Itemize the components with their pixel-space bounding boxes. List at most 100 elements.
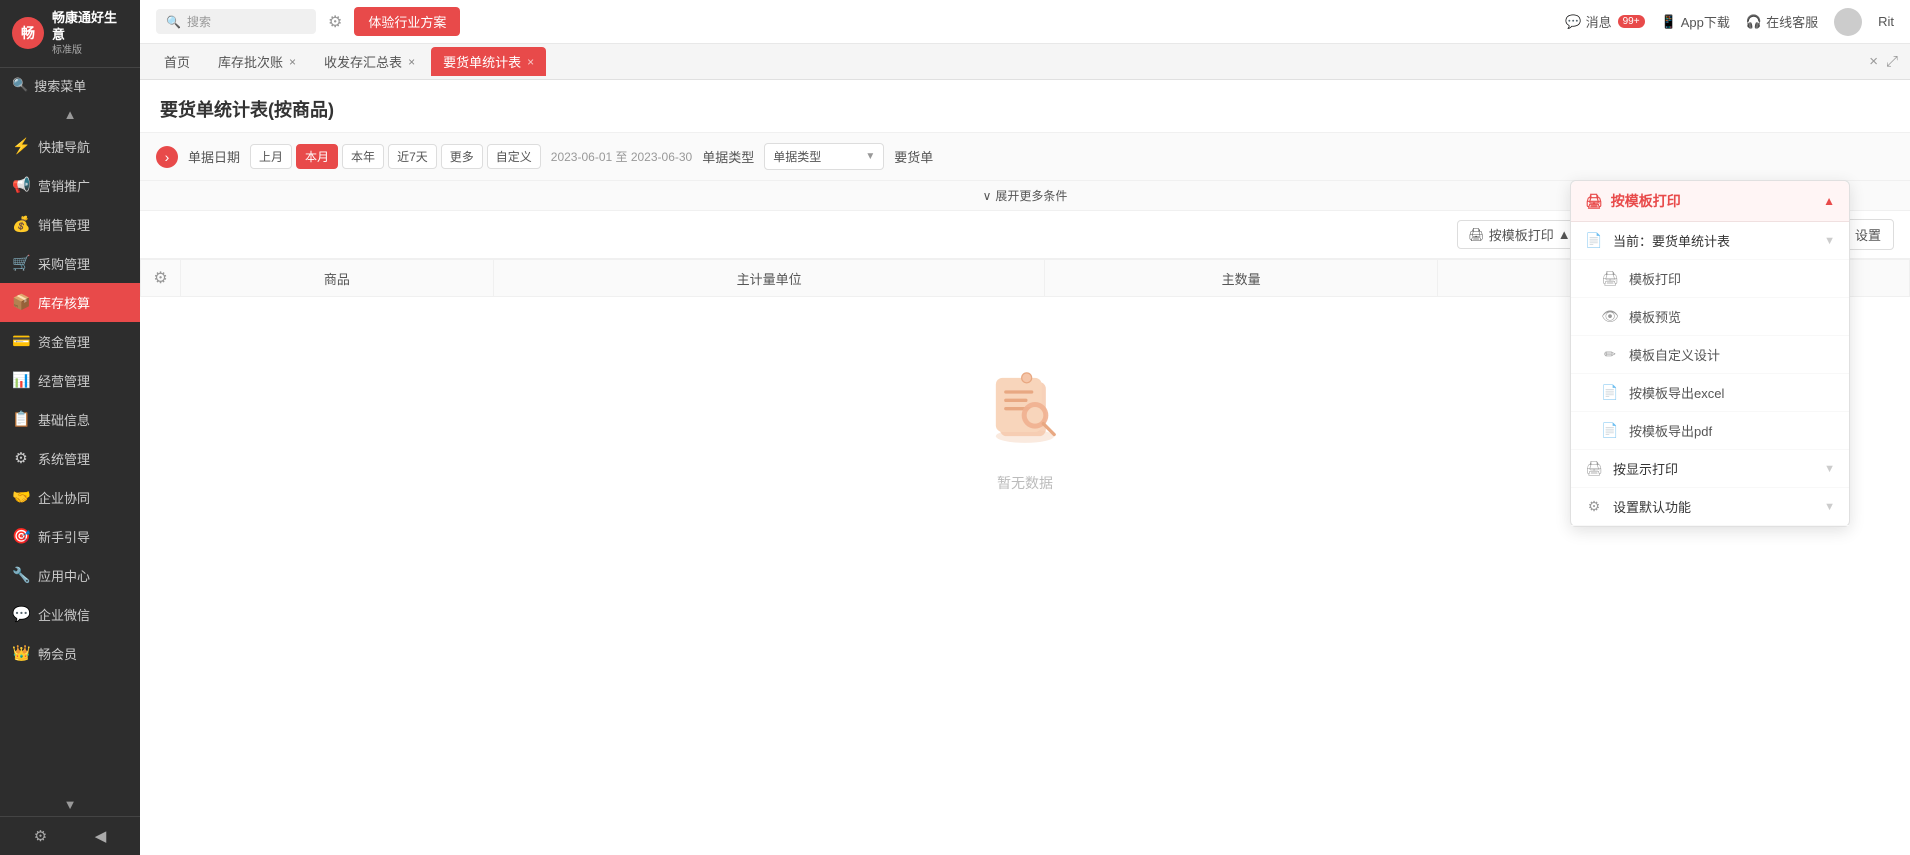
display-print-label: 按显示打印 (1613, 459, 1678, 478)
sidebar-item-label: 企业协同 (38, 488, 90, 507)
print-template-label: 按模板打印 (1489, 225, 1554, 244)
sidebar-item-label: 企业微信 (38, 605, 90, 624)
template-preview-label: 模板预览 (1629, 307, 1681, 326)
sidebar: 畅 畅康通好生意 标准版 🔍 搜索菜单 ▲ ⚡ 快捷导航 📢 营销推广 💰 销售… (0, 0, 140, 855)
sidebar-item-quick-nav[interactable]: ⚡ 快捷导航 (0, 127, 140, 166)
sidebar-search[interactable]: 🔍 搜索菜单 (0, 68, 140, 103)
dropdown-close-button[interactable]: ▲ (1823, 194, 1835, 208)
sidebar-scroll-up[interactable]: ▲ (0, 103, 140, 127)
finance-icon: 💳 (12, 332, 30, 350)
sidebar-item-label: 畅会员 (38, 644, 77, 663)
sidebar-item-system[interactable]: ⚙ 系统管理 (0, 439, 140, 478)
dropdown-current-item[interactable]: 📄 当前：要货单统计表 ▼ (1571, 222, 1849, 260)
topbar-search-icon: 🔍 (166, 15, 181, 29)
order-summary-tab-label: 要货单统计表 (443, 52, 521, 71)
inventory-batch-tab-label: 库存批次账 (218, 52, 283, 71)
sidebar-item-label: 快捷导航 (38, 137, 90, 156)
home-tab-label: 首页 (164, 52, 190, 71)
basic-icon: 📋 (12, 410, 30, 428)
tab-inventory-batch[interactable]: 库存批次账 × (206, 47, 308, 76)
message-badge: 99+ (1618, 15, 1645, 28)
trial-button[interactable]: 体验行业方案 (354, 7, 460, 36)
dropdown-set-default[interactable]: ⚙ 设置默认功能 ▼ (1571, 488, 1849, 526)
dropdown-item-template-print[interactable]: 🖨 模板打印 (1571, 260, 1849, 298)
tab-window-expand[interactable]: ⤢ (1886, 53, 1898, 70)
user-avatar[interactable] (1834, 8, 1862, 36)
sidebar-item-enterprise[interactable]: 🤝 企业协同 (0, 478, 140, 517)
sidebar-item-wechat[interactable]: 💬 企业微信 (0, 595, 140, 634)
app-logo-icon: 畅 (12, 17, 44, 49)
filter-date-custom[interactable]: 自定义 (487, 144, 541, 169)
tab-receipt-summary[interactable]: 收发存汇总表 × (312, 47, 427, 76)
dropdown-current-label: 当前：要货单统计表 (1613, 231, 1730, 250)
sidebar-item-finance[interactable]: 💳 资金管理 (0, 322, 140, 361)
table-settings-icon[interactable]: ⚙ (153, 270, 167, 287)
template-preview-icon: 👁 (1601, 308, 1619, 325)
table-col-quantity: 主数量 (1045, 260, 1437, 297)
app-download-button[interactable]: 📱 App下载 (1661, 12, 1730, 31)
table-col-unit: 主计量单位 (493, 260, 1045, 297)
tab-window-close[interactable]: × (1869, 53, 1878, 70)
filter-expand-button[interactable]: › (156, 146, 178, 168)
sidebar-item-member[interactable]: 👑 畅会员 (0, 634, 140, 673)
dropdown-item-export-pdf[interactable]: 📄 按模板导出pdf (1571, 412, 1849, 450)
template-print-label: 模板打印 (1629, 269, 1681, 288)
filter-date-7days[interactable]: 近7天 (388, 144, 437, 169)
topbar-search-box[interactable]: 🔍 搜索 (156, 9, 316, 34)
member-icon: 👑 (12, 644, 30, 662)
dropdown-item-template-design[interactable]: ✏ 模板自定义设计 (1571, 336, 1849, 374)
tab-order-summary[interactable]: 要货单统计表 × (431, 47, 546, 76)
print-template-button[interactable]: 🖨 按模板打印 ▲ (1457, 220, 1581, 249)
display-print-arrow: ▼ (1824, 463, 1835, 475)
filter-order-type-select[interactable]: 单据类型 ▼ (764, 143, 884, 170)
filter-date-this-year[interactable]: 本年 (342, 144, 384, 169)
customer-service-button[interactable]: 🎧 在线客服 (1746, 12, 1818, 31)
operation-icon: 📊 (12, 371, 30, 389)
app-version: 标准版 (52, 44, 128, 57)
sidebar-item-label: 经营管理 (38, 371, 90, 390)
tab-close-order-summary[interactable]: × (527, 55, 534, 69)
sidebar-item-basic[interactable]: 📋 基础信息 (0, 400, 140, 439)
sidebar-item-label: 销售管理 (38, 215, 90, 234)
filter-goods-label: 要货单 (894, 147, 933, 166)
dropdown-display-print[interactable]: 🖨 按显示打印 ▼ (1571, 450, 1849, 488)
tabs-right-actions: × ⤢ (1869, 53, 1898, 70)
filter-date-range: 2023-06-01 至 2023-06-30 (551, 148, 692, 165)
sidebar-item-guide[interactable]: 🎯 新手引导 (0, 517, 140, 556)
set-default-arrow: ▼ (1824, 501, 1835, 513)
sidebar-item-operation[interactable]: 📊 经营管理 (0, 361, 140, 400)
sidebar-settings-button[interactable]: ⚙ (34, 827, 47, 845)
sidebar-item-sales[interactable]: 💰 销售管理 (0, 205, 140, 244)
enterprise-icon: 🤝 (12, 488, 30, 506)
print-template-icon: 🖨 (1468, 227, 1485, 243)
sidebar-item-purchase[interactable]: 🛒 采购管理 (0, 244, 140, 283)
sidebar-collapse-button[interactable]: ◀ (95, 827, 107, 845)
filter-date-this-month[interactable]: 本月 (296, 144, 338, 169)
expand-icon: ∨ (983, 189, 992, 203)
export-excel-icon: 📄 (1601, 384, 1619, 401)
topbar-gear-button[interactable]: ⚙ (328, 12, 342, 32)
sidebar-item-label: 营销推广 (38, 176, 90, 195)
message-button[interactable]: 💬 消息 99+ (1565, 12, 1644, 31)
sidebar-item-label: 基础信息 (38, 410, 90, 429)
table-col-settings[interactable]: ⚙ (141, 260, 181, 297)
guide-icon: 🎯 (12, 527, 30, 545)
purchase-icon: 🛒 (12, 254, 30, 272)
dropdown-item-template-preview[interactable]: 👁 模板预览 (1571, 298, 1849, 336)
sidebar-item-inventory[interactable]: 📦 库存核算 (0, 283, 140, 322)
tab-close-inventory-batch[interactable]: × (289, 55, 296, 69)
sidebar-scroll-down[interactable]: ▼ (0, 792, 140, 816)
wechat-icon: 💬 (12, 605, 30, 623)
username-label[interactable]: Rit (1878, 14, 1894, 29)
sidebar-item-app-center[interactable]: 🔧 应用中心 (0, 556, 140, 595)
dropdown-item-export-excel[interactable]: 📄 按模板导出excel (1571, 374, 1849, 412)
empty-state-illustration (975, 357, 1075, 457)
tab-close-receipt-summary[interactable]: × (408, 55, 415, 69)
sidebar-item-marketing[interactable]: 📢 营销推广 (0, 166, 140, 205)
template-design-label: 模板自定义设计 (1629, 345, 1720, 364)
tab-home[interactable]: 首页 (152, 47, 202, 76)
page-title: 要货单统计表(按商品) (160, 100, 334, 120)
filter-date-last-month[interactable]: 上月 (250, 144, 292, 169)
sidebar-item-label: 新手引导 (38, 527, 90, 546)
filter-date-more[interactable]: 更多 (441, 144, 483, 169)
